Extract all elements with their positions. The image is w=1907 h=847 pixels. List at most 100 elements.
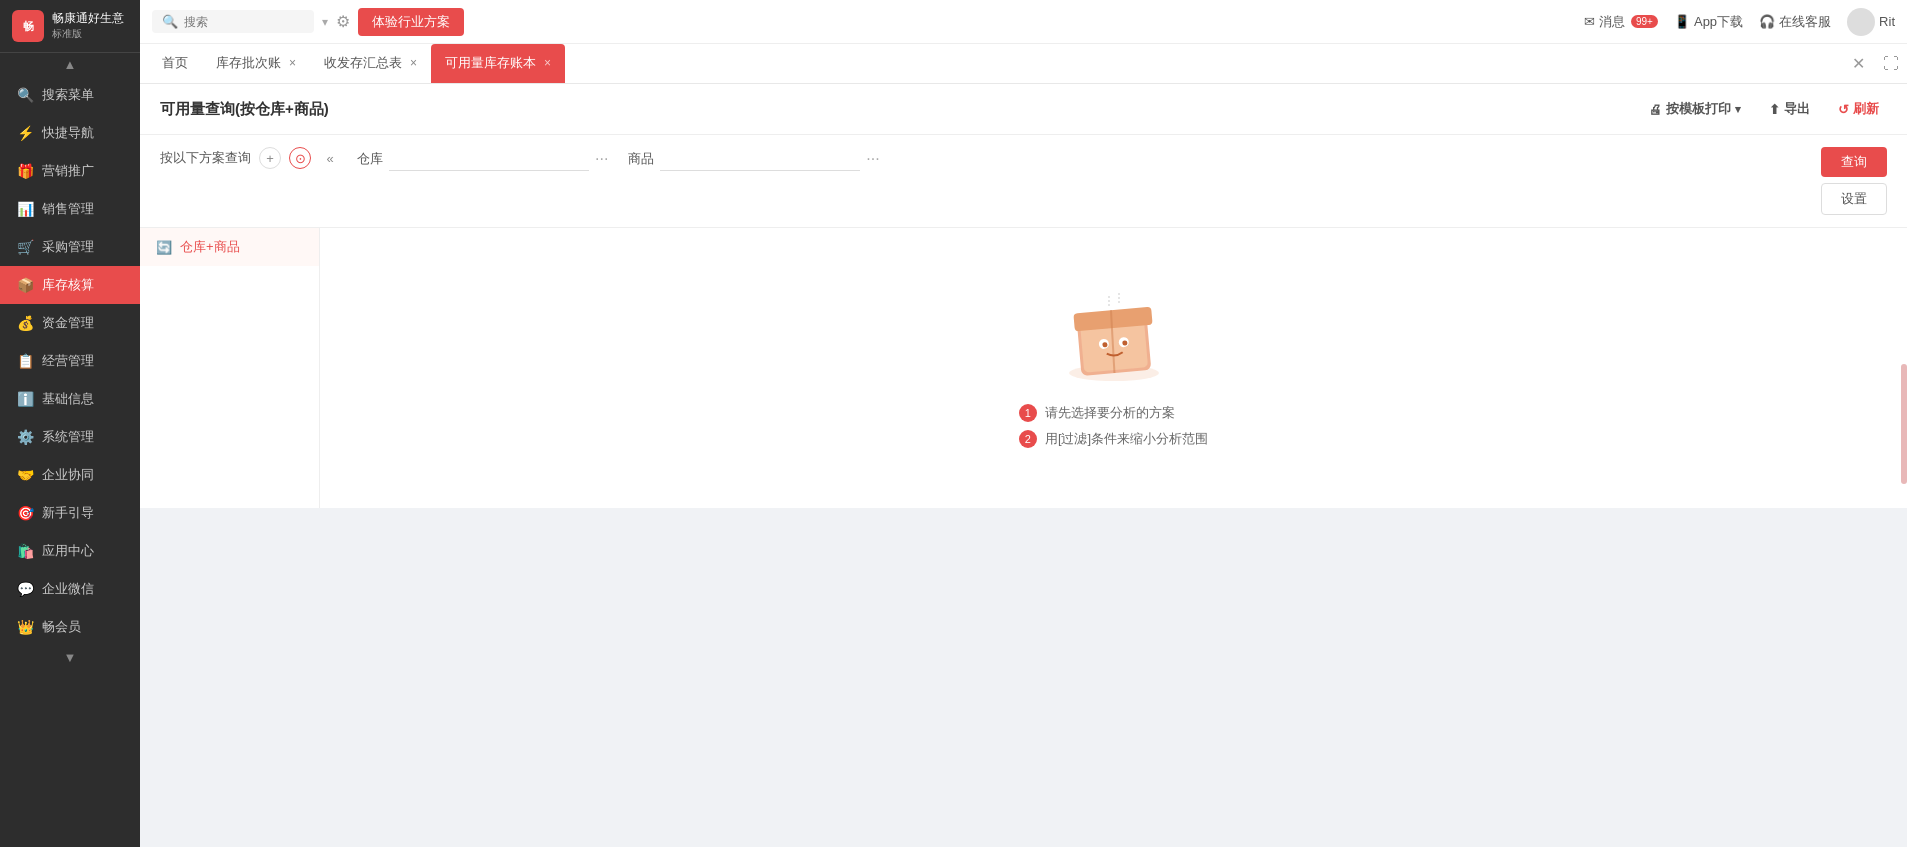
sidebar-item-enterprise-wechat[interactable]: 💬 企业微信 xyxy=(0,570,140,608)
app-download-label: App下载 xyxy=(1694,13,1743,31)
sales-icon: 📊 xyxy=(16,201,34,217)
tab-available-inventory[interactable]: 可用量库存账本 × xyxy=(431,44,565,83)
sidebar-item-member[interactable]: 👑 畅会员 xyxy=(0,608,140,646)
topbar-search-box[interactable]: 🔍 xyxy=(152,10,314,33)
add-scheme-button[interactable]: + xyxy=(259,147,281,169)
tab-available-inventory-close[interactable]: × xyxy=(544,56,551,70)
user-menu[interactable]: Rit xyxy=(1847,8,1895,36)
settings-gear-icon[interactable]: ⚙ xyxy=(336,12,350,31)
sidebar-item-search[interactable]: 🔍 搜索菜单 xyxy=(0,76,140,114)
tab-receipt-summary[interactable]: 收发存汇总表 × xyxy=(310,44,431,83)
tab-home[interactable]: 首页 xyxy=(148,44,202,83)
app-center-icon: 🛍️ xyxy=(16,543,34,559)
basic-info-icon: ℹ️ xyxy=(16,391,34,407)
query-action-buttons: 查询 设置 xyxy=(1821,147,1887,215)
sidebar-item-inventory[interactable]: 📦 库存核算 xyxy=(0,266,140,304)
warehouse-input[interactable] xyxy=(389,147,589,171)
content-area: 可用量查询(按仓库+商品) 🖨 按模板打印 ▾ ⬆ 导出 ↺ 刷新 xyxy=(140,84,1907,847)
sidebar-item-sales[interactable]: 📊 销售管理 xyxy=(0,190,140,228)
bell-icon: ✉ xyxy=(1584,14,1595,29)
sidebar-item-new-guide[interactable]: 🎯 新手引导 xyxy=(0,494,140,532)
warehouse-more-icon[interactable]: ··· xyxy=(595,150,608,168)
product-input[interactable] xyxy=(660,147,860,171)
refresh-button[interactable]: ↺ 刷新 xyxy=(1830,96,1887,122)
sidebar-logo: 畅 xyxy=(12,10,44,42)
scheme-settings-button[interactable]: ⊙ xyxy=(289,147,311,169)
system-icon: ⚙️ xyxy=(16,429,34,445)
enterprise-coop-icon: 🤝 xyxy=(16,467,34,483)
empty-tips: 1 请先选择要分析的方案 2 用[过滤]条件来缩小分析范围 xyxy=(1019,404,1208,448)
chevron-down-icon[interactable]: ▾ xyxy=(322,15,328,29)
sidebar-item-label: 新手引导 xyxy=(42,504,94,522)
sidebar-item-label: 基础信息 xyxy=(42,390,94,408)
header-actions: 🖨 按模板打印 ▾ ⬆ 导出 ↺ 刷新 xyxy=(1641,96,1887,122)
empty-state: 1 请先选择要分析的方案 2 用[过滤]条件来缩小分析范围 xyxy=(320,228,1907,508)
sidebar-item-purchase[interactable]: 🛒 采购管理 xyxy=(0,228,140,266)
sidebar-item-basic-info[interactable]: ℹ️ 基础信息 xyxy=(0,380,140,418)
sidebar-item-label: 畅会员 xyxy=(42,618,81,636)
product-more-icon[interactable]: ··· xyxy=(866,150,879,168)
right-scrollbar[interactable] xyxy=(1901,364,1907,484)
sidebar-item-marketing[interactable]: 🎁 营销推广 xyxy=(0,152,140,190)
export-icon: ⬆ xyxy=(1769,102,1780,117)
sidebar-item-label: 应用中心 xyxy=(42,542,94,560)
sidebar-item-operations[interactable]: 📋 经营管理 xyxy=(0,342,140,380)
query-button[interactable]: 查询 xyxy=(1821,147,1887,177)
filter-fields: 仓库 ··· 商品 ··· xyxy=(357,147,1805,171)
refresh-label: 刷新 xyxy=(1853,100,1879,118)
table-settings-button[interactable]: 设置 xyxy=(1821,183,1887,215)
collapse-button[interactable]: « xyxy=(319,147,341,169)
empty-tip-2: 2 用[过滤]条件来缩小分析范围 xyxy=(1019,430,1208,448)
scheme-item-warehouse-product[interactable]: 🔄 仓库+商品 xyxy=(140,228,319,266)
online-service-label: 在线客服 xyxy=(1779,13,1831,31)
topbar-right: ✉ 消息 99+ 📱 App下载 🎧 在线客服 Rit xyxy=(1584,8,1895,36)
print-label: 按模板打印 xyxy=(1666,100,1731,118)
finance-icon: 💰 xyxy=(16,315,34,331)
sidebar-item-label: 采购管理 xyxy=(42,238,94,256)
online-service-button[interactable]: 🎧 在线客服 xyxy=(1759,13,1831,31)
sidebar-item-app-center[interactable]: 🛍️ 应用中心 xyxy=(0,532,140,570)
product-label: 商品 xyxy=(628,150,654,168)
sidebar-item-finance[interactable]: 💰 资金管理 xyxy=(0,304,140,342)
print-button[interactable]: 🖨 按模板打印 ▾ xyxy=(1641,96,1749,122)
tab-home-label: 首页 xyxy=(162,54,188,72)
print-chevron-icon: ▾ xyxy=(1735,103,1741,116)
tab-batch-account[interactable]: 库存批次账 × xyxy=(202,44,310,83)
sidebar-nav: ▲ 🔍 搜索菜单 ⚡ 快捷导航 🎁 营销推广 📊 销售管理 🛒 采购管理 📦 库… xyxy=(0,53,140,847)
print-icon: 🖨 xyxy=(1649,102,1662,117)
sidebar-item-shortcut[interactable]: ⚡ 快捷导航 xyxy=(0,114,140,152)
tab-batch-account-close[interactable]: × xyxy=(289,56,296,70)
app-download-button[interactable]: 📱 App下载 xyxy=(1674,13,1743,31)
scheme-item-icon: 🔄 xyxy=(156,240,172,255)
notifications-label: 消息 xyxy=(1599,13,1625,31)
notifications-button[interactable]: ✉ 消息 99+ xyxy=(1584,13,1658,31)
sidebar-brand: 畅康通好生意 标准版 xyxy=(52,11,124,41)
avatar xyxy=(1847,8,1875,36)
tab-expand[interactable]: ⛶ xyxy=(1875,44,1907,83)
refresh-icon: ↺ xyxy=(1838,102,1849,117)
sidebar-item-system[interactable]: ⚙️ 系统管理 xyxy=(0,418,140,456)
username: Rit xyxy=(1879,14,1895,29)
sidebar-scroll-down[interactable]: ▼ xyxy=(0,646,140,669)
warehouse-label: 仓库 xyxy=(357,150,383,168)
tab-receipt-summary-label: 收发存汇总表 xyxy=(324,54,402,72)
empty-tip-1: 1 请先选择要分析的方案 xyxy=(1019,404,1208,422)
scheme-sidebar: 🔄 仓库+商品 xyxy=(140,228,320,508)
tab-receipt-summary-close[interactable]: × xyxy=(410,56,417,70)
search-input[interactable] xyxy=(184,15,304,29)
tabbar: 首页 库存批次账 × 收发存汇总表 × 可用量库存账本 × ✕ ⛶ xyxy=(140,44,1907,84)
notifications-badge: 99+ xyxy=(1631,15,1658,28)
industry-solution-button[interactable]: 体验行业方案 xyxy=(358,8,464,36)
sidebar-item-enterprise-coop[interactable]: 🤝 企业协同 xyxy=(0,456,140,494)
search-icon: 🔍 xyxy=(16,87,34,103)
member-icon: 👑 xyxy=(16,619,34,635)
tab-close-all[interactable]: ✕ xyxy=(1842,44,1875,83)
export-button[interactable]: ⬆ 导出 xyxy=(1761,96,1818,122)
tab-available-inventory-label: 可用量库存账本 xyxy=(445,54,536,72)
sidebar-scroll-up[interactable]: ▲ xyxy=(0,53,140,76)
sidebar-item-label: 系统管理 xyxy=(42,428,94,446)
export-label: 导出 xyxy=(1784,100,1810,118)
sidebar-item-label: 经营管理 xyxy=(42,352,94,370)
scheme-panel: 🔄 仓库+商品 xyxy=(140,228,1907,508)
page-title: 可用量查询(按仓库+商品) xyxy=(160,100,329,119)
